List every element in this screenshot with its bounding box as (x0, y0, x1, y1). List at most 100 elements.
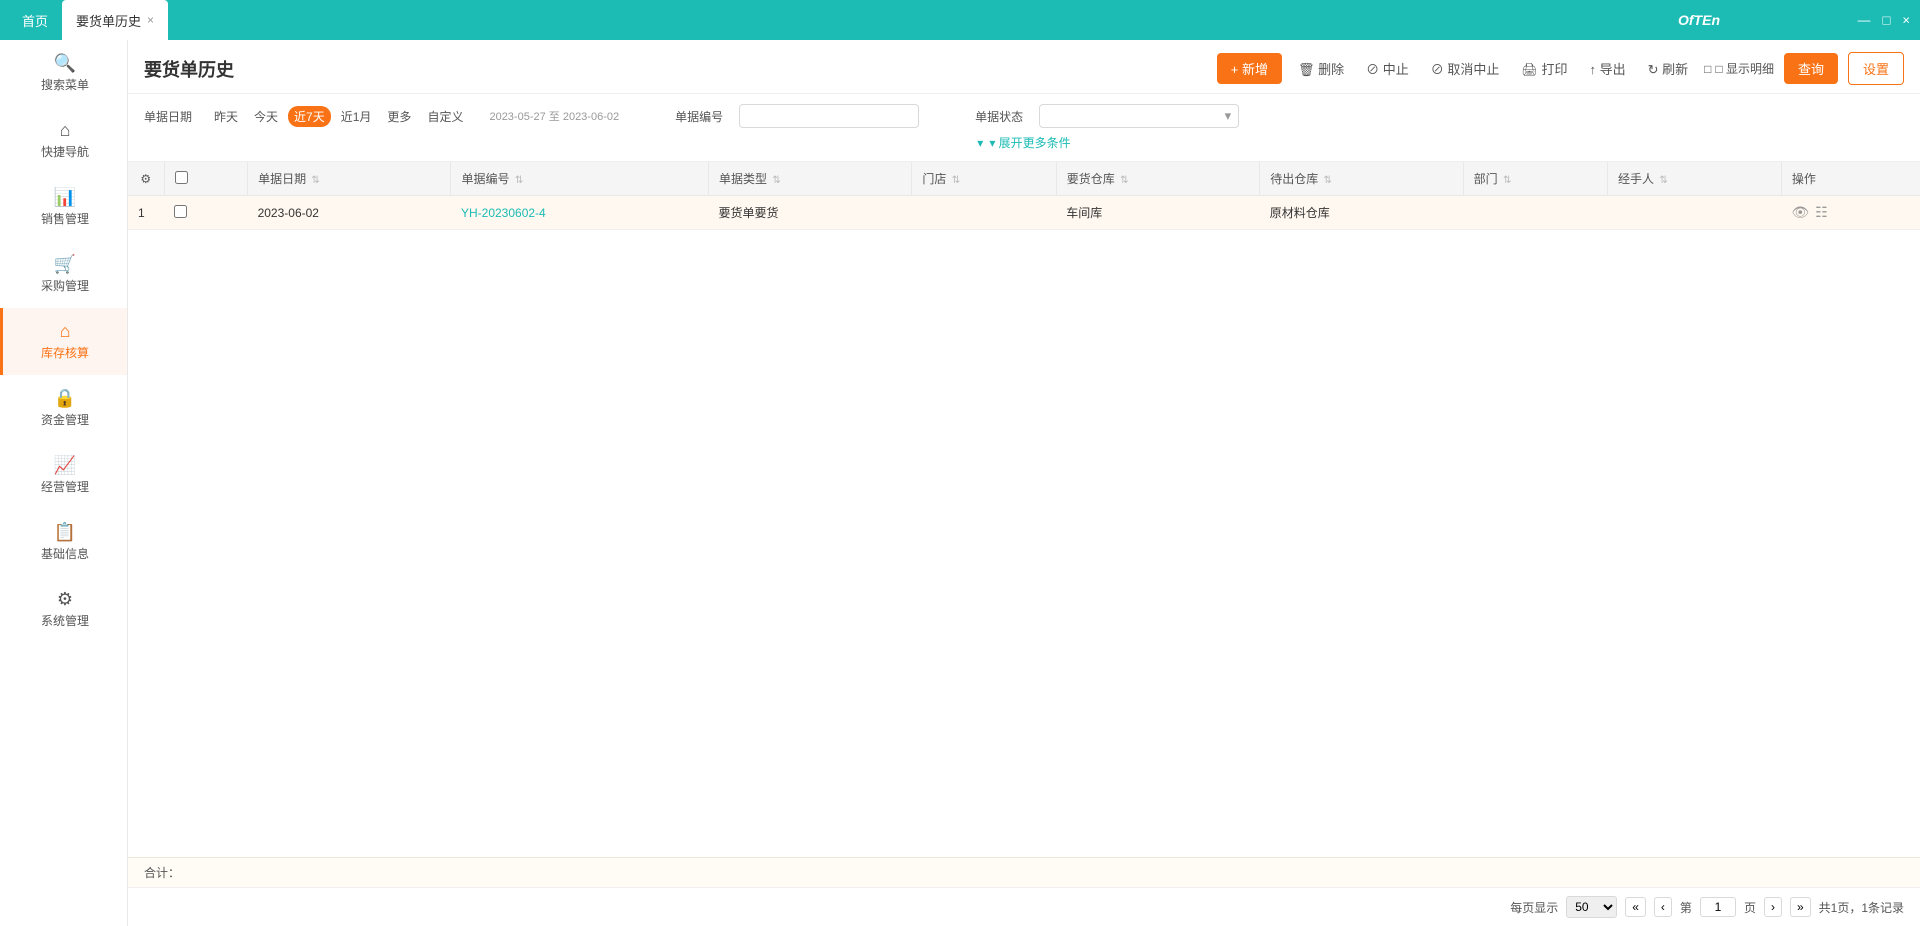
sidebar-item-quicknav[interactable]: ⌂ 快捷导航 (0, 107, 127, 174)
view-action-icon[interactable]: 👁 (1791, 204, 1809, 221)
sidebar-item-basic[interactable]: 📋 基础信息 (0, 509, 127, 576)
filter-row-date: 单据日期 昨天 今天 近7天 近1月 更多 自定义 2023-05-27 至 2… (144, 104, 1904, 128)
sort-store-icon[interactable]: ⇅ (952, 175, 960, 186)
operations-icon: 📈 (54, 456, 76, 474)
sidebar-item-label: 快捷导航 (41, 143, 89, 160)
sort-dept-icon[interactable]: ⇅ (1503, 175, 1511, 186)
tab-yaohuodan[interactable]: 要货单历史 × (62, 0, 168, 40)
display-detail-toggle[interactable]: □ □ 显示明细 (1704, 60, 1774, 77)
action-icons: 👁 ☷ (1791, 204, 1910, 221)
row-pendingwarehouse: 原材料仓库 (1260, 196, 1463, 230)
sidebar-item-system[interactable]: ⚙ 系统管理 (0, 576, 127, 643)
sidebar-item-label: 采购管理 (41, 277, 89, 294)
qr-action-icon[interactable]: ☷ (1815, 204, 1828, 221)
prev-page-button[interactable]: ‹ (1654, 897, 1672, 917)
data-table: ⚙ 单据日期 ⇅ 单据编号 ⇅ 单据类型 ⇅ 门店 ⇅ 要货仓库 ⇅ 待出仓库 … (128, 162, 1920, 230)
next-page-button[interactable]: › (1764, 897, 1782, 917)
row-no: YH-20230602-4 (451, 196, 709, 230)
date-label: 单据日期 (144, 108, 192, 125)
stop-button[interactable]: ⊘ 中止 (1360, 55, 1415, 82)
inventory-icon: ⌂ (60, 322, 71, 340)
date-btn-lastmonth[interactable]: 近1月 (335, 106, 378, 127)
sidebar-item-label: 资金管理 (41, 411, 89, 428)
sidebar-item-operations[interactable]: 📈 经营管理 (0, 442, 127, 509)
date-btn-yesterday[interactable]: 昨天 (208, 106, 244, 127)
footer-summary: 合计： (128, 857, 1920, 887)
col-settings[interactable]: ⚙ (128, 162, 164, 196)
select-all-checkbox[interactable] (175, 171, 188, 184)
close-window-icon[interactable]: × (1902, 13, 1910, 28)
export-button[interactable]: ↑ 导出 (1583, 55, 1631, 82)
expand-label: ▾ 展开更多条件 (989, 134, 1070, 151)
order-no-label: 单据编号 (675, 108, 723, 125)
col-actions: 操作 (1781, 162, 1920, 196)
top-bar: 首页 要货单历史 × OfTEn — □ × (0, 0, 1920, 40)
total-label: 共1页，1条记录 (1819, 899, 1904, 916)
first-page-button[interactable]: « (1625, 897, 1646, 917)
sidebar-item-label: 基础信息 (41, 545, 89, 562)
print-button[interactable]: 🖨 打印 (1515, 55, 1573, 82)
sidebar-item-label: 搜索菜单 (41, 76, 89, 93)
date-btn-today[interactable]: 今天 (248, 106, 284, 127)
row-index: 1 (128, 196, 164, 230)
sidebar: 🔍 搜索菜单 ⌂ 快捷导航 📊 销售管理 🛒 采购管理 ⌂ 库存核算 🔒 资金管… (0, 40, 128, 926)
lock-icon: 🔒 (54, 389, 76, 407)
content-area: 要货单历史 + 新增 🗑 删除 ⊘ 中止 ⊘ 取消中止 🖨 打印 ↑ 导出 ↻ … (128, 40, 1920, 926)
row-select-checkbox[interactable] (174, 205, 187, 218)
maximize-icon[interactable]: □ (1883, 13, 1891, 28)
date-btn-custom[interactable]: 自定义 (421, 106, 469, 127)
last-page-button[interactable]: » (1790, 897, 1811, 917)
sidebar-item-purchase[interactable]: 🛒 采购管理 (0, 241, 127, 308)
sidebar-item-label: 库存核算 (41, 344, 89, 361)
display-detail-label: □ 显示明细 (1715, 60, 1774, 77)
new-button[interactable]: + 新增 (1217, 53, 1282, 84)
status-select[interactable] (1039, 104, 1239, 128)
row-dept (1463, 196, 1607, 230)
per-page-select[interactable]: 10 20 50 100 (1566, 896, 1617, 918)
sidebar-item-sales[interactable]: 📊 销售管理 (0, 174, 127, 241)
sort-no-icon[interactable]: ⇅ (515, 175, 523, 186)
order-no-input[interactable] (739, 104, 919, 128)
pagination-bar: 每页显示 10 20 50 100 « ‹ 第 页 › » 共1页，1条记录 (128, 887, 1920, 926)
cancel-stop-button[interactable]: ⊘ 取消中止 (1425, 55, 1506, 82)
row-handler (1607, 196, 1781, 230)
row-date: 2023-06-02 (248, 196, 451, 230)
page-input-label: 第 (1680, 899, 1692, 916)
col-no: 单据编号 ⇅ (451, 162, 709, 196)
window-controls: — □ × (1858, 13, 1910, 28)
sort-req-icon[interactable]: ⇅ (1120, 175, 1128, 186)
sidebar-item-label: 经营管理 (41, 478, 89, 495)
date-btn-last7days[interactable]: 近7天 (288, 106, 331, 127)
query-button[interactable]: 查询 (1784, 53, 1838, 84)
sort-type-icon[interactable]: ⇅ (772, 175, 780, 186)
tab-home[interactable]: 首页 (8, 0, 62, 40)
toolbar: + 新增 🗑 删除 ⊘ 中止 ⊘ 取消中止 🖨 打印 ↑ 导出 ↻ 刷新 □ □… (1217, 52, 1904, 85)
page-number-input[interactable] (1700, 897, 1736, 917)
col-type: 单据类型 ⇅ (708, 162, 911, 196)
brand-logo: OfTEn (1678, 12, 1720, 28)
col-handler: 经手人 ⇅ (1607, 162, 1781, 196)
sidebar-item-label: 销售管理 (41, 210, 89, 227)
refresh-button[interactable]: ↻ 刷新 (1642, 55, 1695, 82)
checkbox-icon: □ (1704, 62, 1711, 76)
sidebar-item-search[interactable]: 🔍 搜索菜单 (0, 40, 127, 107)
tab-close-icon[interactable]: × (147, 13, 154, 27)
sort-handler-icon[interactable]: ⇅ (1659, 175, 1667, 186)
sidebar-item-finance[interactable]: 🔒 资金管理 (0, 375, 127, 442)
expand-more-btn[interactable]: ▾ ▾ 展开更多条件 (144, 134, 1904, 151)
row-no-link[interactable]: YH-20230602-4 (461, 206, 546, 220)
table-container: ⚙ 单据日期 ⇅ 单据编号 ⇅ 单据类型 ⇅ 门店 ⇅ 要货仓库 ⇅ 待出仓库 … (128, 162, 1920, 857)
sort-pending-icon[interactable]: ⇅ (1324, 175, 1332, 186)
summary-label: 合计： (144, 866, 180, 880)
delete-button[interactable]: 🗑 删除 (1292, 55, 1350, 82)
date-btn-more[interactable]: 更多 (381, 106, 417, 127)
row-actions: 👁 ☷ (1781, 196, 1920, 230)
table-row: 1 2023-06-02 YH-20230602-4 要货单要货 车间库 原材料… (128, 196, 1920, 230)
sidebar-item-inventory[interactable]: ⌂ 库存核算 (0, 308, 127, 375)
settings-button[interactable]: 设置 (1848, 52, 1904, 85)
main-layout: 🔍 搜索菜单 ⌂ 快捷导航 📊 销售管理 🛒 采购管理 ⌂ 库存核算 🔒 资金管… (0, 40, 1920, 926)
sort-date-icon[interactable]: ⇅ (311, 175, 319, 186)
minimize-icon[interactable]: — (1858, 13, 1871, 28)
col-pendingwarehouse: 待出仓库 ⇅ (1260, 162, 1463, 196)
per-page-label: 每页显示 (1510, 899, 1558, 916)
